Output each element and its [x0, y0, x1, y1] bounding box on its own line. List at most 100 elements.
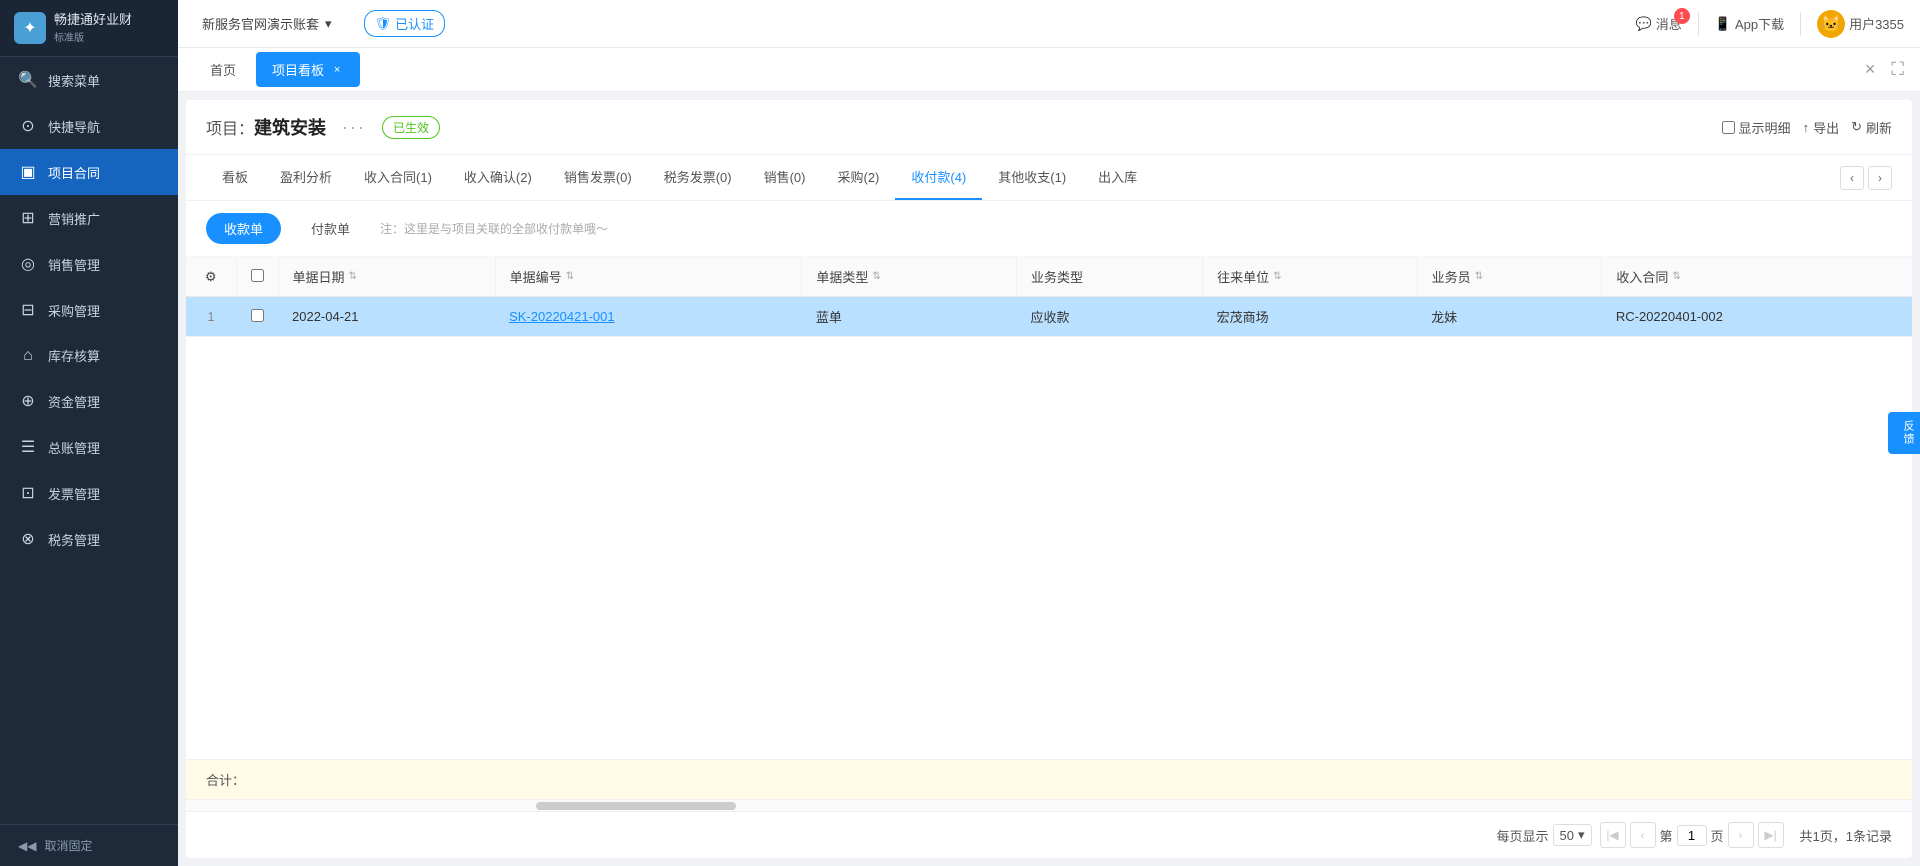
td-type: 蓝单	[802, 297, 1017, 337]
export-label: 导出	[1813, 118, 1839, 137]
refresh-button[interactable]: ↻ 刷新	[1851, 118, 1892, 137]
th-partner: 往来单位 ⇅	[1203, 257, 1418, 297]
tab-project-board[interactable]: 项目看板 ×	[256, 52, 360, 87]
page-size-box[interactable]: 50 ▾	[1553, 824, 1592, 846]
sidebar-logo: ✦ 畅捷通好业财 标准版	[0, 0, 178, 57]
message-icon: 💬	[1636, 16, 1652, 32]
th-type-sortable[interactable]: 单据类型 ⇅	[816, 267, 1002, 286]
sort-icon: ⇅	[349, 271, 357, 282]
receipt-number-link[interactable]: SK-20220421-001	[509, 309, 615, 324]
page-next-icon: ›	[1739, 828, 1743, 842]
sidebar-nav: 🔍 搜索菜单 ⊙ 快捷导航 ▣ 项目合同 ⊞ 营销推广 ◎ 销售管理 ⊟ 采购管…	[0, 57, 178, 824]
td-salesman: 龙妹	[1417, 297, 1602, 337]
app-name: 畅捷通好业财	[54, 12, 132, 29]
page-first-button[interactable]: |◀	[1600, 822, 1626, 848]
sub-tabs: 看板 盈利分析 收入合同(1) 收入确认(2) 销售发票(0) 税务发票(0) …	[186, 155, 1912, 201]
app-download-button[interactable]: 📱 App下载	[1715, 14, 1784, 33]
topbar-left: 新服务官网演示账套 ▾ 🛡 已认证	[194, 10, 1636, 37]
topbar-right: 💬 消息 1 📱 App下载 🐱 用户3355	[1636, 10, 1904, 38]
tab-close-icon[interactable]: ×	[330, 63, 344, 77]
page-nav: |◀ ‹ 第 页 › ▶|	[1600, 822, 1784, 848]
sidebar-item-inventory[interactable]: ⌂ 库存核算	[0, 333, 178, 378]
export-button[interactable]: ↑ 导出	[1803, 118, 1840, 137]
user-menu[interactable]: 🐱 用户3355	[1817, 10, 1904, 38]
verified-label: 已认证	[395, 14, 434, 33]
sub-tab-sales[interactable]: 销售(0)	[748, 155, 822, 200]
messages-button[interactable]: 💬 消息 1	[1636, 14, 1682, 33]
page-number-input[interactable]	[1677, 825, 1707, 846]
mobile-icon: 📱	[1715, 16, 1731, 32]
td-date: 2022-04-21	[278, 297, 495, 337]
horizontal-scrollbar[interactable]	[186, 799, 1912, 811]
avatar: 🐱	[1817, 10, 1845, 38]
sort-icon3: ⇅	[872, 271, 880, 282]
sub-tab-stock[interactable]: 出入库	[1082, 155, 1153, 200]
receipt-filter-button[interactable]: 收款单	[206, 213, 281, 244]
tab-home[interactable]: 首页	[194, 52, 252, 87]
show-detail-input[interactable]	[1722, 121, 1735, 134]
sub-tabs-next-arrow[interactable]: ›	[1868, 166, 1892, 190]
table-row[interactable]: 1 2022-04-21 SK-20220421-001 蓝单 应收款 宏茂商场…	[186, 297, 1912, 337]
page-info: 共1页，1条记录	[1800, 826, 1892, 845]
th-partner-sortable[interactable]: 往来单位 ⇅	[1217, 267, 1403, 286]
account-name: 新服务官网演示账套	[202, 14, 319, 33]
scrollbar-thumb[interactable]	[536, 802, 736, 810]
sidebar-item-label: 总账管理	[48, 438, 100, 457]
sub-tab-revenue-confirm[interactable]: 收入确认(2)	[448, 155, 548, 200]
project-header-actions: 显示明细 ↑ 导出 ↻ 刷新	[1722, 118, 1892, 137]
sub-tab-profit[interactable]: 盈利分析	[264, 155, 348, 200]
select-all-checkbox[interactable]	[251, 269, 264, 282]
sidebar-item-ledger[interactable]: ☰ 总账管理	[0, 424, 178, 470]
sort-icon6: ⇅	[1672, 271, 1680, 282]
sidebar-item-search[interactable]: 🔍 搜索菜单	[0, 57, 178, 103]
sidebar-item-invoice[interactable]: ⊡ 发票管理	[0, 470, 178, 516]
project-more-icon[interactable]: ···	[342, 117, 366, 138]
sidebar-item-marketing[interactable]: ⊞ 营销推广	[0, 195, 178, 241]
sub-tab-kanban[interactable]: 看板	[206, 155, 264, 200]
th-settings[interactable]: ⚙	[186, 257, 236, 297]
sidebar-item-finance[interactable]: ⊕ 资金管理	[0, 378, 178, 424]
message-badge: 1	[1674, 8, 1690, 24]
sub-tab-payment[interactable]: 收付款(4)	[895, 155, 982, 200]
page-size-value: 50	[1560, 828, 1574, 843]
sidebar-item-purchase[interactable]: ⊟ 采购管理	[0, 287, 178, 333]
sub-tab-other[interactable]: 其他收支(1)	[982, 155, 1082, 200]
th-date: 单据日期 ⇅	[278, 257, 495, 297]
sub-tab-sales-invoice[interactable]: 销售发票(0)	[548, 155, 648, 200]
page-size-chevron: ▾	[1578, 827, 1585, 843]
th-salesman-sortable[interactable]: 业务员 ⇅	[1432, 267, 1588, 286]
payment-filter-button[interactable]: 付款单	[293, 213, 368, 244]
sidebar-item-label: 库存核算	[48, 346, 100, 365]
th-date-sortable[interactable]: 单据日期 ⇅	[293, 267, 481, 286]
sidebar-item-quicknav[interactable]: ⊙ 快捷导航	[0, 103, 178, 149]
project-label: 项目：	[206, 115, 254, 139]
sidebar-item-sales[interactable]: ◎ 销售管理	[0, 241, 178, 287]
tab-project-board-label: 项目看板	[272, 60, 324, 79]
show-detail-checkbox[interactable]: 显示明细	[1722, 118, 1791, 137]
page-next-button[interactable]: ›	[1728, 822, 1754, 848]
td-partner: 宏茂商场	[1203, 297, 1418, 337]
maximize-icon[interactable]: ⛶	[1891, 59, 1904, 80]
user-name: 用户3355	[1849, 14, 1904, 33]
sub-tab-income-contract[interactable]: 收入合同(1)	[348, 155, 448, 200]
refresh-icon: ↻	[1851, 119, 1862, 135]
side-feedback-button[interactable]: 反馈	[1888, 412, 1920, 454]
sidebar-item-tax[interactable]: ⊗ 税务管理	[0, 516, 178, 562]
sub-tab-purchase[interactable]: 采购(2)	[821, 155, 895, 200]
th-contract-sortable[interactable]: 收入合同 ⇅	[1616, 267, 1898, 286]
sidebar-item-label: 搜索菜单	[48, 71, 100, 90]
account-selector[interactable]: 新服务官网演示账套 ▾	[194, 10, 340, 37]
close-window-icon[interactable]: ×	[1865, 59, 1876, 80]
ledger-icon: ☰	[18, 437, 38, 457]
sidebar-unpin-footer[interactable]: ◀◀ 取消固定	[0, 824, 178, 866]
page-last-button[interactable]: ▶|	[1758, 822, 1784, 848]
page-suffix: 页	[1711, 826, 1724, 845]
row-checkbox[interactable]	[251, 309, 264, 322]
page-prev-button[interactable]: ‹	[1630, 822, 1656, 848]
sidebar-item-contract[interactable]: ▣ 项目合同	[0, 149, 178, 195]
tax-icon: ⊗	[18, 529, 38, 549]
th-type: 单据类型 ⇅	[802, 257, 1017, 297]
sub-tab-tax-invoice[interactable]: 税务发票(0)	[648, 155, 748, 200]
sub-tabs-prev-arrow[interactable]: ‹	[1840, 166, 1864, 190]
th-number-sortable[interactable]: 单据编号 ⇅	[510, 267, 788, 286]
